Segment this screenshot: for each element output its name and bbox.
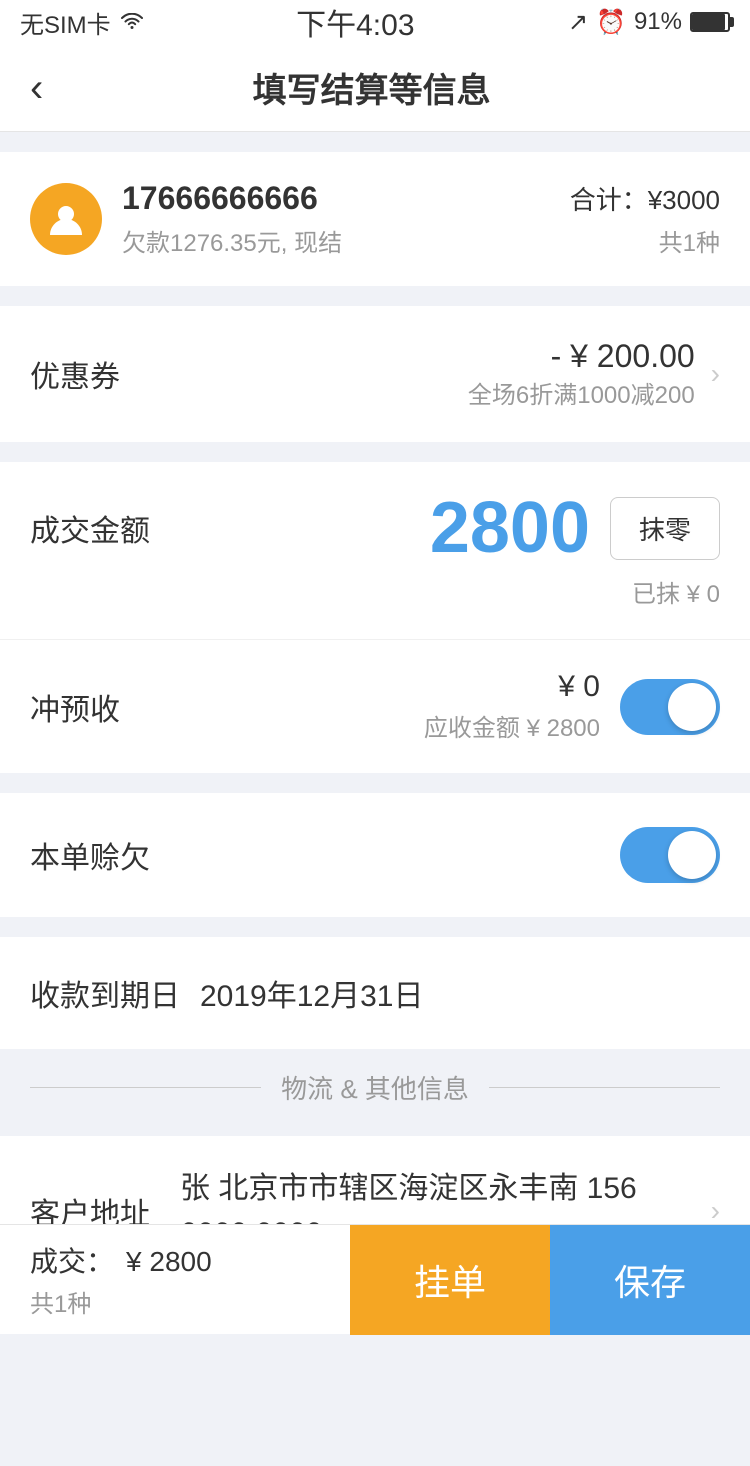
customer-card: 17666666666 欠款1276.35元, 现结 合计：¥3000 共1种 [0,152,750,286]
status-time: 下午4:03 [296,0,414,44]
status-left: 无SIM卡 [20,5,143,40]
chong-label: 冲预收 [30,685,120,729]
wifi-icon [121,8,143,36]
deal-amount-label: 成交金额 [30,506,150,550]
bottom-total-main: 成交： ¥ 2800 [30,1240,320,1280]
due-date-label: 收款到期日 [30,971,180,1015]
status-right: ↗ ⏰ 91% [568,8,730,37]
customer-info: 17666666666 欠款1276.35元, 现结 [122,180,342,258]
benshen-toggle[interactable] [620,827,720,883]
deal-amount-right: 2800 抹零 [430,492,720,564]
nav-bar: ‹ 填写结算等信息 [0,44,750,132]
due-date-section: 收款到期日 2019年12月31日 [0,937,750,1049]
back-button[interactable]: ‹ [30,68,43,108]
bottom-total-sub: 共1种 [30,1284,320,1319]
coupon-section: 优惠券 - ¥ 200.00 全场6折满1000减200 › [0,306,750,442]
battery-percent: 91% [634,8,682,36]
hang-order-button[interactable]: 挂单 [350,1225,550,1335]
total-label: 合计：¥3000 [570,180,720,217]
deal-amount-sub: 已抹 ¥ 0 [632,581,720,608]
customer-right: 合计：¥3000 共1种 [570,180,720,258]
battery-icon [690,12,730,32]
address-chevron-icon: › [711,1195,720,1227]
customer-sub: 欠款1276.35元, 现结 [122,223,342,258]
bottom-total: 成交： ¥ 2800 共1种 [0,1240,350,1319]
chong-amount: ¥ 0 [424,670,600,704]
benshen-label: 本单赊欠 [30,833,150,877]
divider-line-right [489,1087,720,1088]
location-icon: ↗ [568,8,588,37]
round-zero-button[interactable]: 抹零 [610,497,720,560]
coupon-row[interactable]: 优惠券 - ¥ 200.00 全场6折满1000减200 › [0,306,750,442]
bottom-deal-label: 成交： [30,1240,114,1280]
coupon-chevron-icon: › [711,358,720,390]
benshen-section: 本单赊欠 [0,793,750,917]
deal-amount-row: 成交金额 2800 抹零 [30,492,720,564]
customer-phone: 17666666666 [122,180,342,217]
logistics-divider-text: 物流 & 其他信息 [281,1069,469,1106]
chong-toggle[interactable] [620,679,720,735]
total-count: 共1种 [570,223,720,258]
chong-right: ¥ 0 应收金额 ¥ 2800 [424,670,720,743]
carrier-text: 无SIM卡 [20,5,111,40]
coupon-right: - ¥ 200.00 全场6折满1000减200 › [468,338,720,410]
chong-row: 冲预收 ¥ 0 应收金额 ¥ 2800 [30,670,720,743]
save-button[interactable]: 保存 [550,1225,750,1335]
coupon-label: 优惠券 [30,352,120,396]
coupon-sub: 全场6折满1000减200 [468,375,695,410]
customer-left: 17666666666 欠款1276.35元, 现结 [30,180,342,258]
deal-amount-value: 2800 [430,492,590,564]
status-bar: 无SIM卡 下午4:03 ↗ ⏰ 91% [0,0,750,44]
chong-sub: 应收金额 ¥ 2800 [424,708,600,743]
benshen-toggle-knob [668,831,716,879]
bottom-deal-amount: ¥ 2800 [126,1246,212,1278]
divider-line-left [30,1087,261,1088]
alarm-icon: ⏰ [596,8,626,37]
chong-section: 冲预收 ¥ 0 应收金额 ¥ 2800 [0,639,750,773]
deal-amount-section: 成交金额 2800 抹零 已抹 ¥ 0 [0,462,750,639]
bottom-bar: 成交： ¥ 2800 共1种 挂单 保存 [0,1224,750,1334]
due-date-value: 2019年12月31日 [200,971,423,1015]
toggle-knob [668,683,716,731]
logistics-divider: 物流 & 其他信息 [0,1049,750,1126]
avatar [30,183,102,255]
page-title: 填写结算等信息 [63,63,680,112]
coupon-discount: - ¥ 200.00 [468,338,695,375]
chong-value: ¥ 0 应收金额 ¥ 2800 [424,670,600,743]
